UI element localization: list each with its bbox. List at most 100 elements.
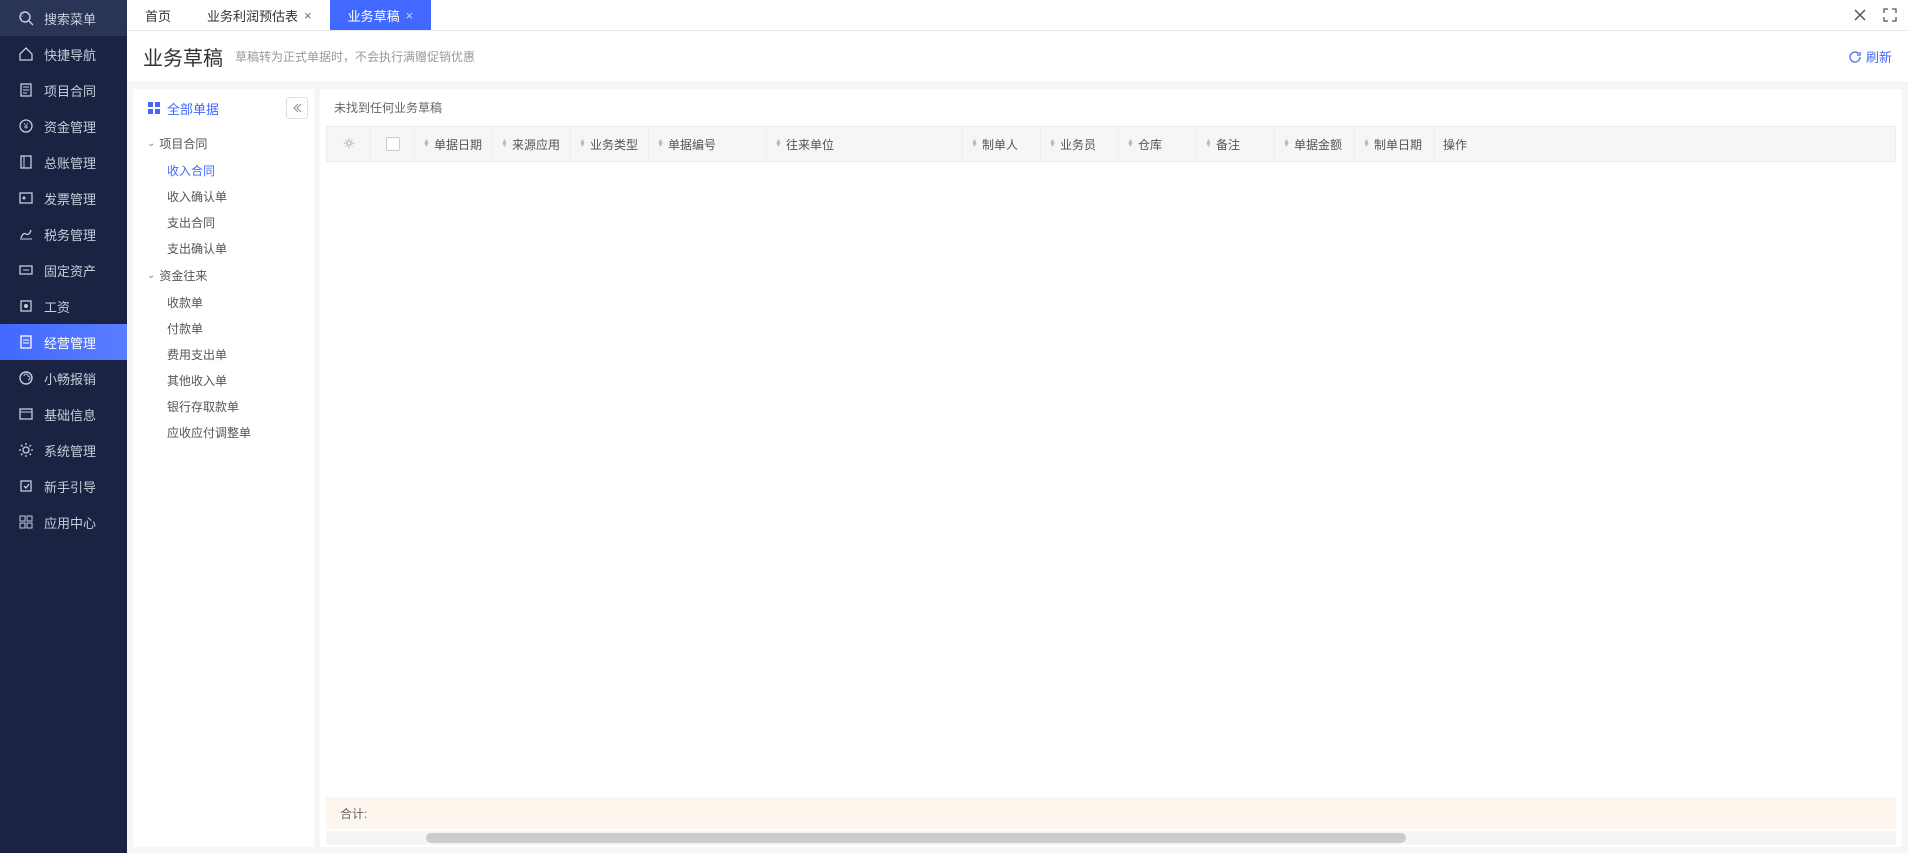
th-label: 来源应用 [512,136,560,153]
tree-item[interactable]: 收入确认单 [133,183,314,209]
th-date[interactable]: ▲▼ 单据日期 [415,127,493,161]
page-header: 业务草稿 草稿转为正式单据时，不会执行满赠促销优惠 刷新 [127,31,1908,83]
gear-icon[interactable] [342,136,356,153]
sort-icon: ▲▼ [501,140,508,148]
sidebar-item-label: 系统管理 [44,441,96,460]
th-docno[interactable]: ▲▼单据编号 [649,127,767,161]
sidebar-item-guide[interactable]: 新手引导 [0,468,127,504]
search-icon [18,10,34,26]
th-source[interactable]: ▲▼ 来源应用 [493,127,571,161]
th-partner[interactable]: ▲▼ 往来单位 [767,127,963,161]
th-cdate[interactable]: ▲▼制单日期 [1355,127,1435,161]
th-label: 业务类型 [590,136,638,153]
file-icon [18,82,34,98]
sort-icon: ▲▼ [1205,140,1212,148]
tree-item[interactable]: 费用支出单 [133,341,314,367]
home-icon [18,46,34,62]
sidebar-item-book[interactable]: 总账管理 [0,144,127,180]
th-label: 备注 [1216,136,1240,153]
sidebar-item-search[interactable]: 搜索菜单 [0,0,127,36]
empty-message: 未找到任何业务草稿 [320,89,1902,126]
th-label: 制单日期 [1374,136,1422,153]
tree-item[interactable]: 支出合同 [133,209,314,235]
th-label: 业务员 [1060,136,1096,153]
collapse-panel-button[interactable] [286,97,308,119]
content: 未找到任何业务草稿 ▲▼单据日期▲▼来源应用▲▼业务类型▲▼单据编号▲▼往来单位… [320,89,1902,847]
sidebar-item-salary[interactable]: 工资 [0,288,127,324]
tab-label: 首页 [145,6,171,25]
tree-group[interactable]: ⌄ 项目合同 [133,129,314,157]
tree-item[interactable]: 收款单 [133,289,314,315]
th-label: 单据日期 [434,136,482,153]
sidebar-item-money[interactable]: ¥资金管理 [0,108,127,144]
sidebar-item-label: 项目合同 [44,81,96,100]
sidebar-item-apps[interactable]: 应用中心 [0,504,127,540]
sidebar-item-label: 基础信息 [44,405,96,424]
refresh-button[interactable]: 刷新 [1848,47,1892,66]
th-biztype[interactable]: ▲▼ 业务类型 [571,127,649,161]
tree-group[interactable]: ⌄资金往来 [133,261,314,289]
close-icon[interactable]: × [406,8,414,23]
sidebar-item-manage[interactable]: 经营管理 [0,324,127,360]
sort-icon: ▲▼ [1049,140,1056,148]
table-body [326,162,1896,797]
fullscreen-icon[interactable] [1880,5,1900,25]
th-label: 制单人 [982,136,1018,153]
th-label: 往来单位 [786,136,834,153]
grid-icon [147,101,161,115]
tree-item[interactable]: 付款单 [133,315,314,341]
close-all-icon[interactable] [1850,5,1870,25]
asset-icon [18,262,34,278]
checkbox[interactable] [386,137,400,151]
th-warehouse[interactable]: ▲▼ 仓库 [1119,127,1197,161]
horizontal-scrollbar[interactable] [326,831,1896,845]
th-amount[interactable]: ▲▼ 单据金额 [1275,127,1355,161]
tab[interactable]: 首页 [127,0,189,30]
tree-item[interactable]: 其他收入单 [133,367,314,393]
tree-group-label: 项目合同 [159,135,207,152]
info-icon [18,406,34,422]
close-icon[interactable]: × [304,8,312,23]
sidebar-item-label: 总账管理 [44,153,96,172]
chevron-down-icon: ⌄ [147,138,155,149]
th-sales[interactable]: ▲▼ 业务员 [1041,127,1119,161]
sidebar-item-reimburse[interactable]: 小畅报销 [0,360,127,396]
sort-icon: ▲▼ [579,140,586,148]
th-label: 单据金额 [1294,136,1342,153]
scrollbar-thumb[interactable] [426,833,1406,843]
filter-panel: 全部单据 ⌄项目合同收入合同收入确认单支出合同支出确认单⌄资金往来收款单付款单费… [133,89,314,847]
salary-icon [18,298,34,314]
th-remark[interactable]: ▲▼ 备注 [1197,127,1275,161]
sort-icon: ▲▼ [657,140,664,148]
refresh-icon [1848,50,1862,64]
tree-item[interactable]: 银行存取款单 [133,393,314,419]
sort-icon: ▲▼ [971,140,978,148]
sidebar-item-tax[interactable]: 税务管理 [0,216,127,252]
sidebar-item-asset[interactable]: 固定资产 [0,252,127,288]
th-label: 仓库 [1138,136,1162,153]
tax-icon [18,226,34,242]
tree-item[interactable]: 支出确认单 [133,235,314,261]
sidebar-item-file[interactable]: 项目合同 [0,72,127,108]
sort-icon: ▲▼ [1127,140,1134,148]
svg-text:¥: ¥ [23,122,29,131]
sort-icon: ▲▼ [423,140,430,148]
settings-icon [18,442,34,458]
invoice-icon [18,190,34,206]
reimburse-icon [18,370,34,386]
tree-item[interactable]: 收入合同 [133,157,314,183]
sidebar-item-invoice[interactable]: 发票管理 [0,180,127,216]
tab[interactable]: 业务草稿× [330,0,432,30]
sidebar-item-home[interactable]: 快捷导航 [0,36,127,72]
sidebar-item-settings[interactable]: 系统管理 [0,432,127,468]
sort-icon: ▲▼ [1283,140,1290,148]
sidebar-item-label: 小畅报销 [44,369,96,388]
th-creator[interactable]: ▲▼ 制单人 [963,127,1041,161]
sort-icon: ▲▼ [775,140,782,148]
tab[interactable]: 业务利润预估表× [189,0,330,30]
manage-icon [18,334,34,350]
sidebar-item-info[interactable]: 基础信息 [0,396,127,432]
main: 首页业务利润预估表×业务草稿× 业务草稿 草稿转为正式单据时，不会执行满赠促销优… [127,0,1908,853]
tree-item[interactable]: 应收应付调整单 [133,419,314,445]
table-footer: 合计: [326,797,1896,829]
